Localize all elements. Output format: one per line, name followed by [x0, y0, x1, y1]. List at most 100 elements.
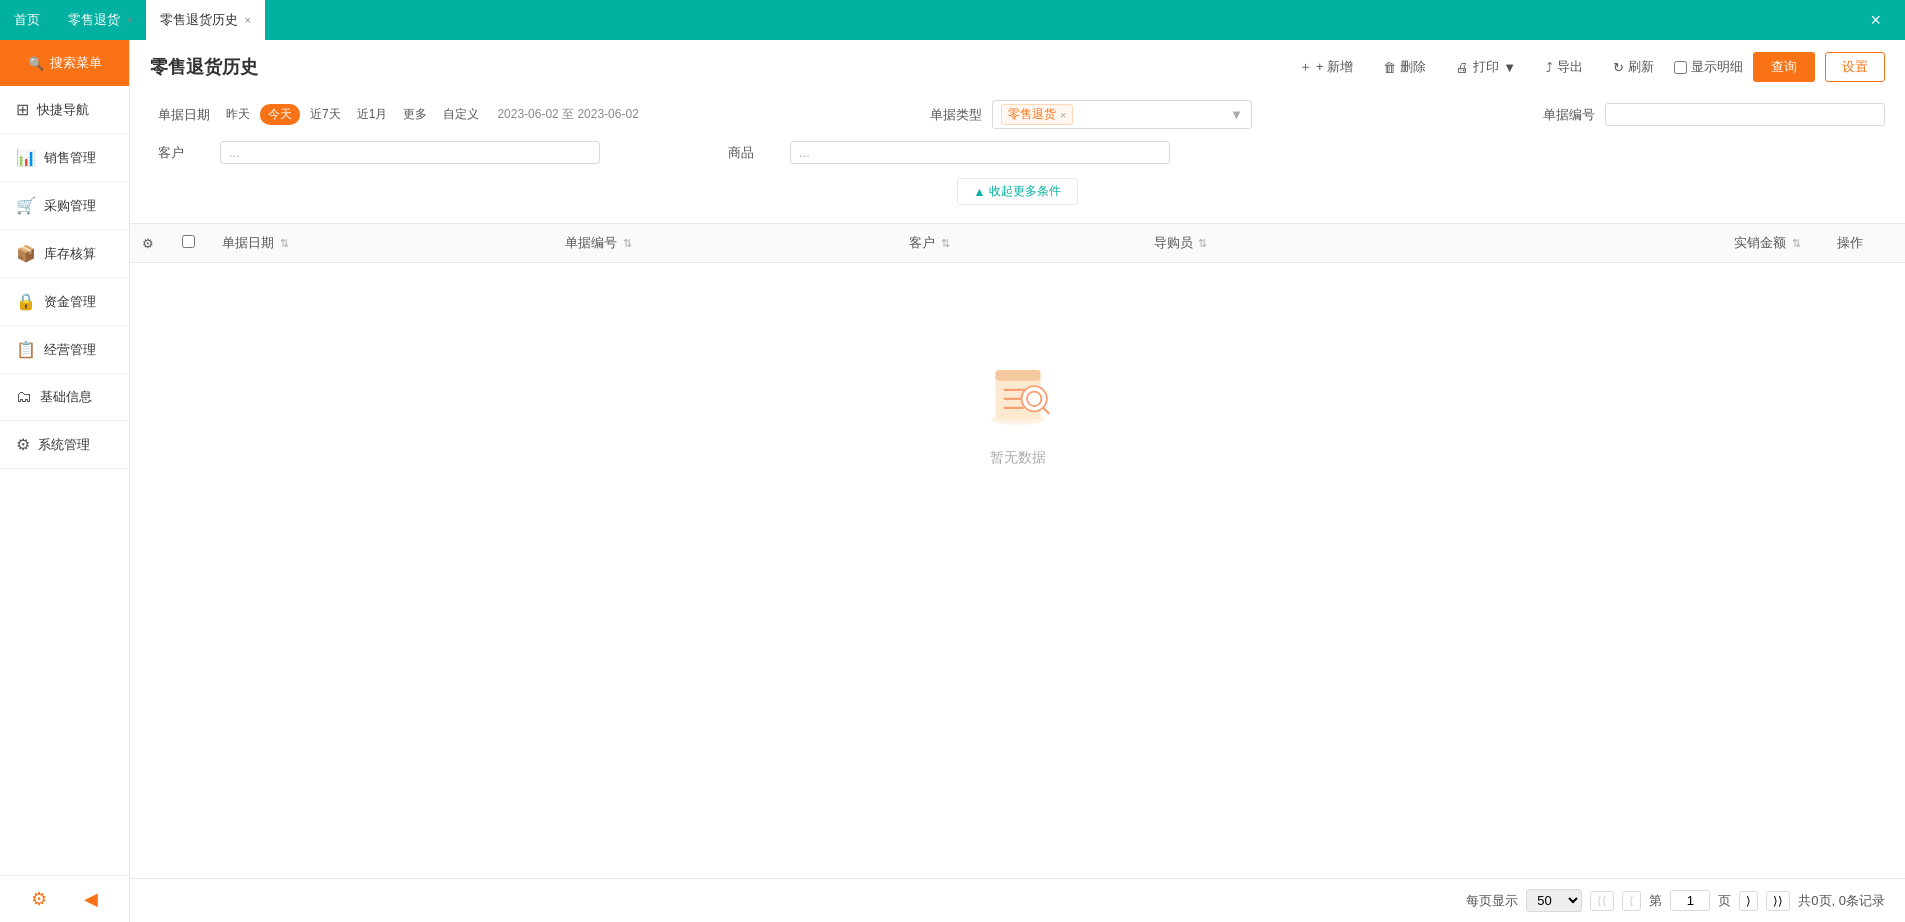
content-area: 零售退货历史 ＋ + 新增 🗑 删除 🖨 打印 ▼ [130, 40, 1905, 922]
doc-no-label: 单据编号 [1535, 106, 1605, 124]
empty-state: 暂无数据 [130, 263, 1905, 547]
tab-retail-return[interactable]: 零售退货 × [54, 0, 146, 40]
type-select[interactable]: 零售退货 × ▼ [992, 100, 1252, 129]
col-doc-date[interactable]: 单据日期 ⇅ [210, 224, 553, 263]
col-customer[interactable]: 客户 ⇅ [897, 224, 1142, 263]
close-tab-retail-return-history[interactable]: × [244, 14, 250, 26]
table-settings-icon[interactable]: ⚙ [142, 236, 154, 251]
search-menu[interactable]: 🔍 搜索菜单 [0, 40, 129, 86]
date-opt-1month[interactable]: 近1月 [351, 104, 394, 125]
finance-icon: 🔒 [16, 292, 36, 311]
refresh-icon: ↻ [1613, 60, 1624, 75]
sidebar-item-purchase-mgmt[interactable]: 🛒 采购管理 [0, 182, 129, 230]
doc-no-sort-icon[interactable]: ⇅ [623, 237, 632, 249]
table-container: ⚙ 单据日期 ⇅ 单据编号 ⇅ [130, 224, 1905, 878]
delete-button[interactable]: 🗑 删除 [1373, 53, 1436, 81]
inventory-icon: 📦 [16, 244, 36, 263]
collapse-icon: ▲ [974, 185, 986, 199]
new-button[interactable]: ＋ + 新增 [1289, 53, 1363, 81]
close-window-button[interactable]: × [1862, 10, 1889, 31]
settings-bottom-icon[interactable]: ⚙ [31, 888, 47, 910]
print-dropdown-icon: ▼ [1503, 60, 1516, 75]
show-detail-checkbox[interactable] [1674, 61, 1687, 74]
svg-line-8 [1043, 408, 1048, 413]
doc-no-input[interactable] [1605, 103, 1885, 126]
goods-placeholder: ... [799, 145, 1161, 160]
collapse-filter-button[interactable]: ▲ 收起更多条件 [957, 178, 1079, 205]
toolbar: ＋ + 新增 🗑 删除 🖨 打印 ▼ ⤴ 导出 [1289, 52, 1885, 82]
date-options: 昨天 今天 近7天 近1月 更多 自定义 2023-06-02 至 2023-0… [220, 104, 639, 125]
main-layout: 🔍 搜索菜单 ⊞ 快捷导航 📊 销售管理 🛒 采购管理 📦 库存核算 🔒 资金管… [0, 40, 1905, 922]
prev-page-button[interactable]: ⟨ [1622, 891, 1641, 911]
top-bar: 首页 零售退货 × 零售退货历史 × × [0, 0, 1905, 40]
sidebar-item-operation-mgmt[interactable]: 📋 经营管理 [0, 326, 129, 374]
filter-row-date: 单据日期 昨天 今天 近7天 近1月 更多 自定义 2023-06-02 至 2… [150, 94, 1885, 135]
type-tag-remove[interactable]: × [1060, 109, 1066, 121]
type-label: 单据类型 [922, 106, 992, 124]
goods-label: 商品 [720, 144, 790, 162]
search-icon: 🔍 [28, 56, 44, 71]
data-table: ⚙ 单据日期 ⇅ 单据编号 ⇅ [130, 224, 1905, 547]
tab-home[interactable]: 首页 [0, 0, 54, 40]
goods-select[interactable]: ... [790, 141, 1170, 164]
refresh-button[interactable]: ↻ 刷新 [1603, 53, 1664, 81]
last-page-button[interactable]: ⟩⟩ [1766, 891, 1790, 911]
sidebar-item-basic-info[interactable]: 🗂 基础信息 [0, 374, 129, 421]
tab-retail-return-history[interactable]: 零售退货历史 × [146, 0, 264, 40]
customer-select[interactable]: ... [220, 141, 600, 164]
page-suffix: 页 [1718, 892, 1731, 910]
col-checkbox[interactable] [170, 224, 210, 263]
sidebar-item-sales-mgmt[interactable]: 📊 销售管理 [0, 134, 129, 182]
page-title: 零售退货历史 [150, 55, 258, 79]
date-label: 单据日期 [150, 106, 220, 124]
amount-sort-icon[interactable]: ⇅ [1792, 237, 1801, 249]
sidebar-item-system-mgmt[interactable]: ⚙ 系统管理 [0, 421, 129, 469]
doc-date-sort-icon[interactable]: ⇅ [280, 237, 289, 249]
next-page-button[interactable]: ⟩ [1739, 891, 1758, 911]
customer-label: 客户 [150, 144, 220, 162]
page-size-select[interactable]: 20 50 100 [1526, 889, 1582, 912]
first-page-button[interactable]: ⟨⟨ [1590, 891, 1614, 911]
print-icon: 🖨 [1456, 60, 1469, 75]
page-number-input[interactable] [1670, 890, 1710, 911]
date-opt-7days[interactable]: 近7天 [304, 104, 347, 125]
page-size-label: 每页显示 [1466, 892, 1518, 910]
date-opt-custom[interactable]: 自定义 [437, 104, 485, 125]
sidebar-item-quick-nav[interactable]: ⊞ 快捷导航 [0, 86, 129, 134]
sidebar-bottom: ⚙ ◀ [0, 875, 129, 922]
query-button[interactable]: 查询 [1753, 52, 1815, 82]
sidebar-item-finance-mgmt[interactable]: 🔒 资金管理 [0, 278, 129, 326]
col-actual-amount[interactable]: 实销金额 ⇅ [1436, 224, 1825, 263]
date-opt-yesterday[interactable]: 昨天 [220, 104, 256, 125]
customer-sort-icon[interactable]: ⇅ [941, 237, 950, 249]
type-tag: 零售退货 × [1001, 104, 1073, 125]
quick-nav-icon: ⊞ [16, 100, 29, 119]
date-opt-more[interactable]: 更多 [397, 104, 433, 125]
col-guide[interactable]: 导购员 ⇅ [1142, 224, 1436, 263]
select-all-checkbox[interactable] [182, 235, 195, 248]
filter-area: 单据日期 昨天 今天 近7天 近1月 更多 自定义 2023-06-02 至 2… [150, 94, 1885, 223]
pagination-bar: 每页显示 20 50 100 ⟨⟨ ⟨ 第 页 ⟩ ⟩⟩ 共0页, 0条记录 [130, 878, 1905, 922]
col-doc-no[interactable]: 单据编号 ⇅ [553, 224, 896, 263]
sidebar-item-inventory-check[interactable]: 📦 库存核算 [0, 230, 129, 278]
setting-button[interactable]: 设置 [1825, 52, 1885, 82]
export-icon: ⤴ [1546, 60, 1553, 75]
col-settings[interactable]: ⚙ [130, 224, 170, 263]
sidebar: 🔍 搜索菜单 ⊞ 快捷导航 📊 销售管理 🛒 采购管理 📦 库存核算 🔒 资金管… [0, 40, 130, 922]
system-icon: ⚙ [16, 435, 30, 454]
page-header: 零售退货历史 ＋ + 新增 🗑 删除 🖨 打印 ▼ [130, 40, 1905, 224]
empty-text: 暂无数据 [990, 449, 1046, 467]
date-opt-today[interactable]: 今天 [260, 104, 300, 125]
export-button[interactable]: ⤴ 导出 [1536, 53, 1593, 81]
svg-rect-2 [995, 370, 1040, 381]
collapse-sidebar-icon[interactable]: ◀ [84, 888, 98, 910]
col-actions: 操作 [1825, 224, 1905, 263]
delete-icon: 🗑 [1383, 60, 1396, 75]
empty-icon [973, 343, 1063, 433]
guide-sort-icon[interactable]: ⇅ [1198, 237, 1207, 249]
close-tab-retail-return[interactable]: × [126, 14, 132, 26]
print-button[interactable]: 🖨 打印 ▼ [1446, 53, 1526, 81]
show-detail-checkbox-label[interactable]: 显示明细 [1674, 58, 1743, 76]
type-dropdown-icon: ▼ [1230, 107, 1243, 122]
operation-icon: 📋 [16, 340, 36, 359]
